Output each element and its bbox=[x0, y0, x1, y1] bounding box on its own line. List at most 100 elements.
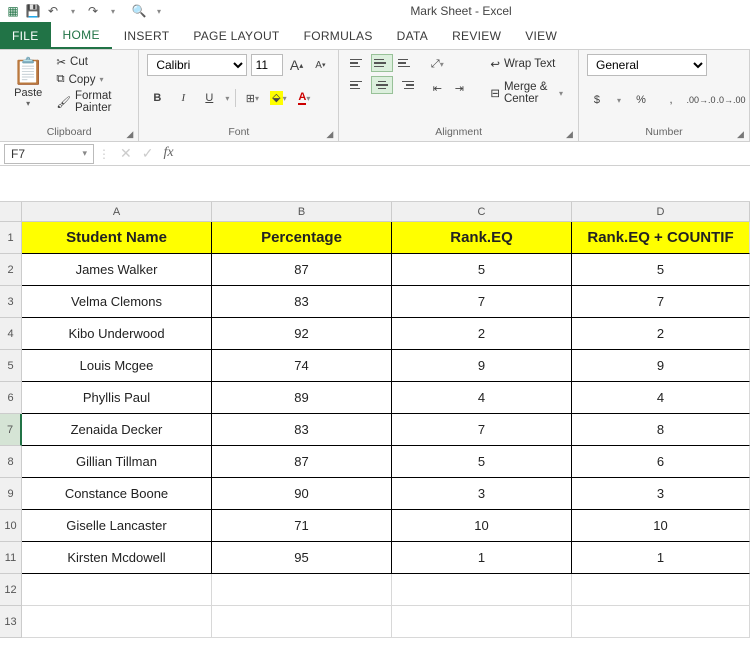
number-dialog-launcher-icon[interactable]: ◢ bbox=[737, 129, 747, 139]
cell[interactable] bbox=[392, 606, 572, 638]
alignment-dialog-launcher-icon[interactable]: ◢ bbox=[566, 129, 576, 139]
cell[interactable]: 7 bbox=[392, 414, 572, 446]
cell[interactable]: 89 bbox=[212, 382, 392, 414]
align-bottom-button[interactable] bbox=[395, 54, 417, 72]
cell[interactable]: 8 bbox=[572, 414, 750, 446]
wrap-text-button[interactable]: ↩Wrap Text bbox=[483, 54, 570, 74]
cell[interactable]: Kibo Underwood bbox=[22, 318, 212, 350]
tab-page-layout[interactable]: PAGE LAYOUT bbox=[181, 22, 291, 49]
qat-customize-icon[interactable]: ▾ bbox=[106, 4, 120, 18]
cell[interactable]: 7 bbox=[572, 286, 750, 318]
increase-decimal-button[interactable]: .00→.0 bbox=[691, 90, 711, 110]
cell[interactable]: 4 bbox=[392, 382, 572, 414]
underline-button[interactable]: U bbox=[199, 88, 219, 108]
row-header-11[interactable]: 11 bbox=[0, 542, 22, 574]
fx-icon[interactable]: fx bbox=[163, 145, 173, 162]
cancel-formula-icon[interactable]: ✕ bbox=[120, 145, 132, 162]
cell[interactable]: Giselle Lancaster bbox=[22, 510, 212, 542]
clipboard-dialog-launcher-icon[interactable]: ◢ bbox=[126, 129, 136, 139]
comma-format-button[interactable]: , bbox=[661, 90, 681, 110]
cell[interactable]: 71 bbox=[212, 510, 392, 542]
row-header-4[interactable]: 4 bbox=[0, 318, 22, 350]
decrease-indent-button[interactable]: ⇤ bbox=[427, 78, 447, 98]
preview-menu-icon[interactable]: ▾ bbox=[152, 4, 166, 18]
cell[interactable]: 9 bbox=[572, 350, 750, 382]
align-top-button[interactable] bbox=[347, 54, 369, 72]
undo-menu-icon[interactable]: ▾ bbox=[66, 4, 80, 18]
shrink-font-button[interactable]: A▾ bbox=[310, 55, 330, 75]
align-middle-button[interactable] bbox=[371, 54, 393, 72]
formula-input[interactable] bbox=[184, 144, 750, 164]
cell[interactable]: 5 bbox=[572, 254, 750, 286]
tab-review[interactable]: REVIEW bbox=[440, 22, 513, 49]
cell[interactable]: Rank.EQ + COUNTIF bbox=[572, 222, 750, 254]
cell[interactable]: 7 bbox=[392, 286, 572, 318]
cell[interactable]: Zenaida Decker bbox=[22, 414, 212, 446]
cell[interactable] bbox=[22, 606, 212, 638]
format-painter-button[interactable]: 🖌Format Painter bbox=[54, 89, 130, 115]
tab-data[interactable]: DATA bbox=[385, 22, 440, 49]
cell[interactable] bbox=[212, 606, 392, 638]
row-header-13[interactable]: 13 bbox=[0, 606, 22, 638]
tab-file[interactable]: FILE bbox=[0, 22, 51, 49]
undo-icon[interactable]: ↶ bbox=[46, 4, 60, 18]
row-header-12[interactable]: 12 bbox=[0, 574, 22, 606]
row-header-9[interactable]: 9 bbox=[0, 478, 22, 510]
col-header-b[interactable]: B bbox=[212, 202, 392, 222]
cell[interactable]: 2 bbox=[392, 318, 572, 350]
cell[interactable]: 5 bbox=[392, 254, 572, 286]
cell[interactable] bbox=[572, 574, 750, 606]
cell[interactable]: 10 bbox=[392, 510, 572, 542]
cell[interactable]: Constance Boone bbox=[22, 478, 212, 510]
cell[interactable]: 4 bbox=[572, 382, 750, 414]
select-all-corner[interactable] bbox=[0, 202, 22, 222]
col-header-c[interactable]: C bbox=[392, 202, 572, 222]
col-header-a[interactable]: A bbox=[22, 202, 212, 222]
copy-button[interactable]: ⧉Copy▾ bbox=[54, 72, 130, 87]
row-header-7[interactable]: 7 bbox=[0, 414, 22, 446]
print-preview-icon[interactable]: 🔍 bbox=[132, 4, 146, 18]
orientation-button[interactable]: ⤢▾ bbox=[427, 54, 447, 74]
cell[interactable]: 3 bbox=[392, 478, 572, 510]
font-dialog-launcher-icon[interactable]: ◢ bbox=[326, 129, 336, 139]
cell[interactable]: 2 bbox=[572, 318, 750, 350]
cell[interactable] bbox=[212, 574, 392, 606]
row-header-2[interactable]: 2 bbox=[0, 254, 22, 286]
cell[interactable]: 92 bbox=[212, 318, 392, 350]
save-icon[interactable]: 💾 bbox=[26, 4, 40, 18]
row-header-1[interactable]: 1 bbox=[0, 222, 22, 254]
bold-button[interactable]: B bbox=[147, 88, 167, 108]
cell[interactable]: 83 bbox=[212, 414, 392, 446]
tab-formulas[interactable]: FORMULAS bbox=[292, 22, 385, 49]
cell[interactable]: Kirsten Mcdowell bbox=[22, 542, 212, 574]
align-right-button[interactable] bbox=[395, 76, 417, 94]
cell[interactable]: 10 bbox=[572, 510, 750, 542]
italic-button[interactable]: I bbox=[173, 88, 193, 108]
font-size-input[interactable] bbox=[251, 54, 283, 76]
accounting-format-button[interactable]: $ bbox=[587, 90, 607, 110]
tab-view[interactable]: VIEW bbox=[513, 22, 569, 49]
grow-font-button[interactable]: A▴ bbox=[287, 55, 307, 75]
decrease-decimal-button[interactable]: .0→.00 bbox=[721, 90, 741, 110]
name-box[interactable]: F7▾ bbox=[4, 144, 94, 164]
tab-home[interactable]: HOME bbox=[51, 22, 112, 49]
font-name-select[interactable]: Calibri bbox=[147, 54, 246, 76]
cell[interactable]: 1 bbox=[392, 542, 572, 574]
cell[interactable] bbox=[392, 574, 572, 606]
cell[interactable]: Rank.EQ bbox=[392, 222, 572, 254]
cell[interactable] bbox=[22, 574, 212, 606]
paste-button[interactable]: 📋 Paste ▾ bbox=[8, 54, 48, 124]
redo-icon[interactable]: ↷ bbox=[86, 4, 100, 18]
fill-color-button[interactable]: ⬙▾ bbox=[268, 88, 288, 108]
cell[interactable]: Gillian Tillman bbox=[22, 446, 212, 478]
cell[interactable]: Percentage bbox=[212, 222, 392, 254]
cell[interactable]: 6 bbox=[572, 446, 750, 478]
merge-center-button[interactable]: ⊟Merge & Center▾ bbox=[483, 78, 570, 108]
cell[interactable] bbox=[572, 606, 750, 638]
row-header-5[interactable]: 5 bbox=[0, 350, 22, 382]
cell[interactable]: 74 bbox=[212, 350, 392, 382]
cell[interactable]: 1 bbox=[572, 542, 750, 574]
borders-button[interactable]: ⊞▾ bbox=[242, 88, 262, 108]
row-header-6[interactable]: 6 bbox=[0, 382, 22, 414]
cell[interactable]: 87 bbox=[212, 446, 392, 478]
